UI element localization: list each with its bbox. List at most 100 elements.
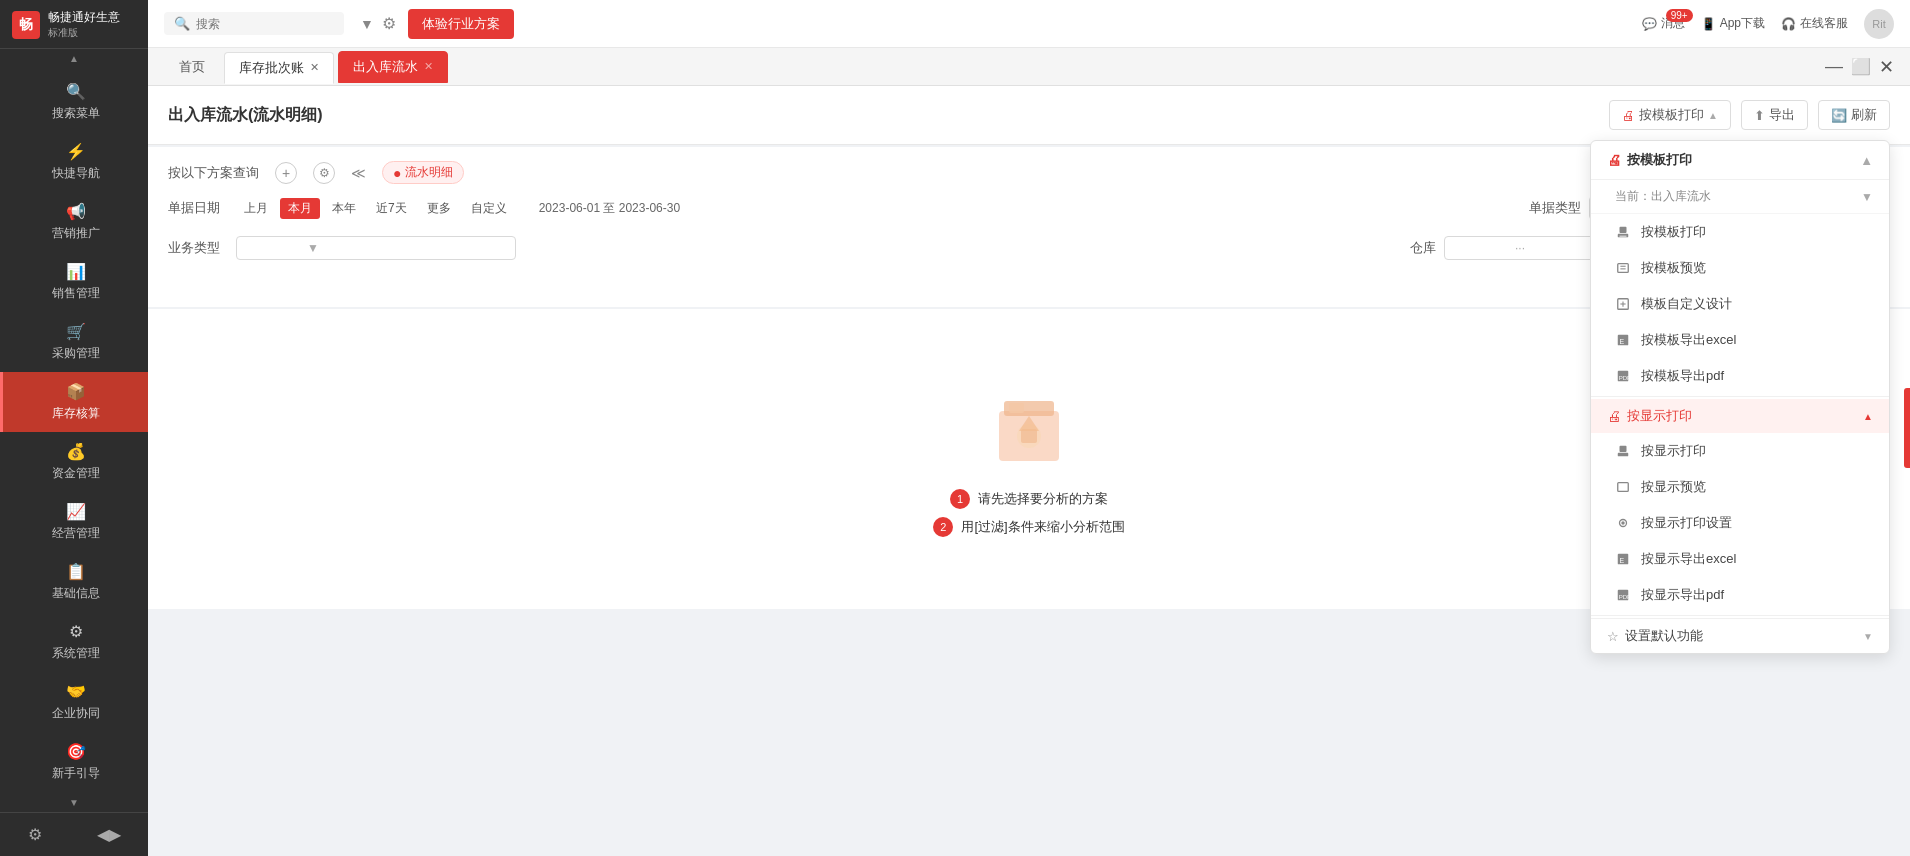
sidebar-logo-text: 畅捷通好生意 标准版 [48, 10, 120, 40]
app-download-button[interactable]: 📱 App下载 [1701, 15, 1765, 32]
headphone-icon: 🎧 [1781, 17, 1796, 31]
dropdown-item-label: 按显示预览 [1641, 478, 1706, 496]
dropdown-item-display-export-excel[interactable]: E 按显示导出excel [1591, 541, 1889, 577]
tab-minimize-button[interactable]: — [1825, 56, 1843, 77]
biz-type-dropdown-icon: ▼ [307, 241, 319, 255]
date-btn-this-year[interactable]: 本年 [324, 198, 364, 219]
sidebar-item-marketing[interactable]: 📢 营销推广 [0, 192, 148, 252]
empty-step-1: 1 请先选择要分析的方案 [950, 489, 1108, 509]
content-area: 出入库流水(流水明细) 🖨 按模板打印 ▲ ⬆ 导出 🔄 刷新 [148, 86, 1910, 856]
message-icon: 💬 [1642, 17, 1657, 31]
dropdown-item-template-export-pdf[interactable]: PDF 按模板导出pdf [1591, 358, 1889, 394]
tab-close-all-button[interactable]: ✕ [1879, 56, 1894, 78]
dropdown-footer[interactable]: ☆ 设置默认功能 ▼ [1591, 618, 1889, 653]
sidebar-item-label: 基础信息 [52, 585, 100, 602]
dropdown-item-template-customize[interactable]: 模板自定义设计 [1591, 286, 1889, 322]
topbar-right: 💬 消息 99+ 📱 App下载 🎧 在线客服 Rit [1642, 9, 1894, 39]
sidebar-item-inventory[interactable]: 📦 库存核算 [0, 372, 148, 432]
refresh-button[interactable]: 🔄 刷新 [1818, 100, 1890, 130]
sidebar-item-purchase[interactable]: 🛒 采购管理 [0, 312, 148, 372]
avatar[interactable]: Rit [1864, 9, 1894, 39]
dropdown-item-template-export-excel[interactable]: E 按模板导出excel [1591, 322, 1889, 358]
empty-step-2: 2 用[过滤]条件来缩小分析范围 [933, 517, 1124, 537]
gear-icon[interactable]: ⚙ [382, 14, 396, 33]
biz-type-select[interactable]: ▼ [236, 236, 516, 260]
page-header: 出入库流水(流水明细) 🖨 按模板打印 ▲ ⬆ 导出 🔄 刷新 [148, 86, 1910, 145]
dropdown-sub-section-text: 按显示打印 [1627, 407, 1692, 425]
tab-close-icon[interactable]: ✕ [424, 60, 433, 73]
print-button[interactable]: 🖨 按模板打印 ▲ [1609, 100, 1731, 130]
sidebar-item-sales[interactable]: 📊 销售管理 [0, 252, 148, 312]
sidebar-item-system[interactable]: ⚙ 系统管理 [0, 612, 148, 672]
settings-icon[interactable]: ⚙ [28, 825, 42, 844]
print-icon-item [1615, 224, 1631, 240]
dropdown-sub-header[interactable]: 🖨 按显示打印 ▲ [1591, 399, 1889, 433]
svg-rect-1 [1620, 227, 1627, 233]
sidebar-item-finance[interactable]: 💰 资金管理 [0, 432, 148, 492]
filter-add-button[interactable]: + [275, 162, 297, 184]
sidebar-item-guide[interactable]: 🎯 新手引导 [0, 732, 148, 792]
dropdown-item-display-export-pdf[interactable]: PDF 按显示导出pdf [1591, 577, 1889, 613]
chevron-down-icon[interactable]: ▼ [1861, 190, 1873, 204]
sidebar-item-base-info[interactable]: 📋 基础信息 [0, 552, 148, 612]
topbar-search-box[interactable]: 🔍 [164, 12, 344, 35]
sidebar-scroll-up[interactable]: ▲ [0, 49, 148, 68]
message-button[interactable]: 💬 消息 99+ [1642, 15, 1685, 32]
excel-display-icon: E [1615, 551, 1631, 567]
search-icon: 🔍 [66, 82, 86, 101]
dropdown-item-display-preview[interactable]: 按显示预览 [1591, 469, 1889, 505]
step-2-text: 用[过滤]条件来缩小分析范围 [961, 518, 1124, 536]
step-2-number: 2 [933, 517, 953, 537]
tabbar-right: — ⬜ ✕ [1825, 56, 1894, 78]
export-button[interactable]: ⬆ 导出 [1741, 100, 1808, 130]
print-icon-sm: 🖨 [1607, 152, 1621, 168]
filter-flow-detail-tag[interactable]: ● 流水明细 [382, 161, 464, 184]
customer-service-button[interactable]: 🎧 在线客服 [1781, 15, 1848, 32]
svg-rect-2 [1620, 236, 1627, 238]
tab-batch-account[interactable]: 库存批次账 ✕ [224, 52, 334, 84]
industry-solution-button[interactable]: 体验行业方案 [408, 9, 514, 39]
sidebar-scroll-down[interactable]: ▼ [0, 793, 148, 812]
svg-text:PDF: PDF [1619, 374, 1630, 381]
dropdown-item-label: 按显示打印设置 [1641, 514, 1732, 532]
tab-label: 库存批次账 [239, 59, 304, 77]
excel-icon-item: E [1615, 332, 1631, 348]
sidebar-item-cooperation[interactable]: 🤝 企业协同 [0, 672, 148, 732]
dropdown-close-icon[interactable]: ▲ [1860, 153, 1873, 168]
date-btn-custom[interactable]: 自定义 [463, 198, 515, 219]
date-btn-last-7days[interactable]: 近7天 [368, 198, 415, 219]
collapse-sidebar-icon[interactable]: ◀▶ [97, 825, 121, 844]
dropdown-item-template-print[interactable]: 按模板打印 [1591, 214, 1889, 250]
tab-in-out-flow[interactable]: 出入库流水 ✕ [338, 51, 448, 83]
date-btn-more[interactable]: 更多 [419, 198, 459, 219]
filter-collapse-icon[interactable]: ≪ [351, 165, 366, 181]
dropdown-item-display-print[interactable]: 按显示打印 [1591, 433, 1889, 469]
dropdown-item-template-preview[interactable]: 按模板预览 [1591, 250, 1889, 286]
search-input[interactable] [196, 17, 316, 31]
base-info-icon: 📋 [66, 562, 86, 581]
phone-icon: 📱 [1701, 17, 1716, 31]
warehouse-more-icon[interactable]: ··· [1515, 241, 1525, 255]
svg-rect-26 [1021, 429, 1037, 443]
purchase-icon: 🛒 [66, 322, 86, 341]
tab-close-icon[interactable]: ✕ [310, 61, 319, 74]
date-btn-this-month[interactable]: 本月 [280, 198, 320, 219]
tab-maximize-button[interactable]: ⬜ [1851, 57, 1871, 76]
quick-nav-icon: ⚡ [66, 142, 86, 161]
sidebar-item-label: 营销推广 [52, 225, 100, 242]
date-btn-last-month[interactable]: 上月 [236, 198, 276, 219]
sidebar-item-quick-nav[interactable]: ⚡ 快捷导航 [0, 132, 148, 192]
dropdown-item-display-settings[interactable]: 按显示打印设置 [1591, 505, 1889, 541]
sidebar-item-operation[interactable]: 📈 经营管理 [0, 492, 148, 552]
sidebar-item-label: 企业协同 [52, 705, 100, 722]
dropdown-footer-text: 设置默认功能 [1625, 627, 1703, 645]
sidebar-item-search[interactable]: 🔍 搜索菜单 [0, 72, 148, 132]
pdf-display-icon: PDF [1615, 587, 1631, 603]
dropdown-arrow-icon[interactable]: ▼ [360, 16, 374, 32]
sidebar-item-label: 快捷导航 [52, 165, 100, 182]
system-icon: ⚙ [69, 622, 83, 641]
filter-settings-button[interactable]: ⚙ [313, 162, 335, 184]
dropdown-current-text: 当前：出入库流水 [1615, 188, 1711, 205]
preview-icon-item [1615, 260, 1631, 276]
tab-home[interactable]: 首页 [164, 51, 220, 83]
